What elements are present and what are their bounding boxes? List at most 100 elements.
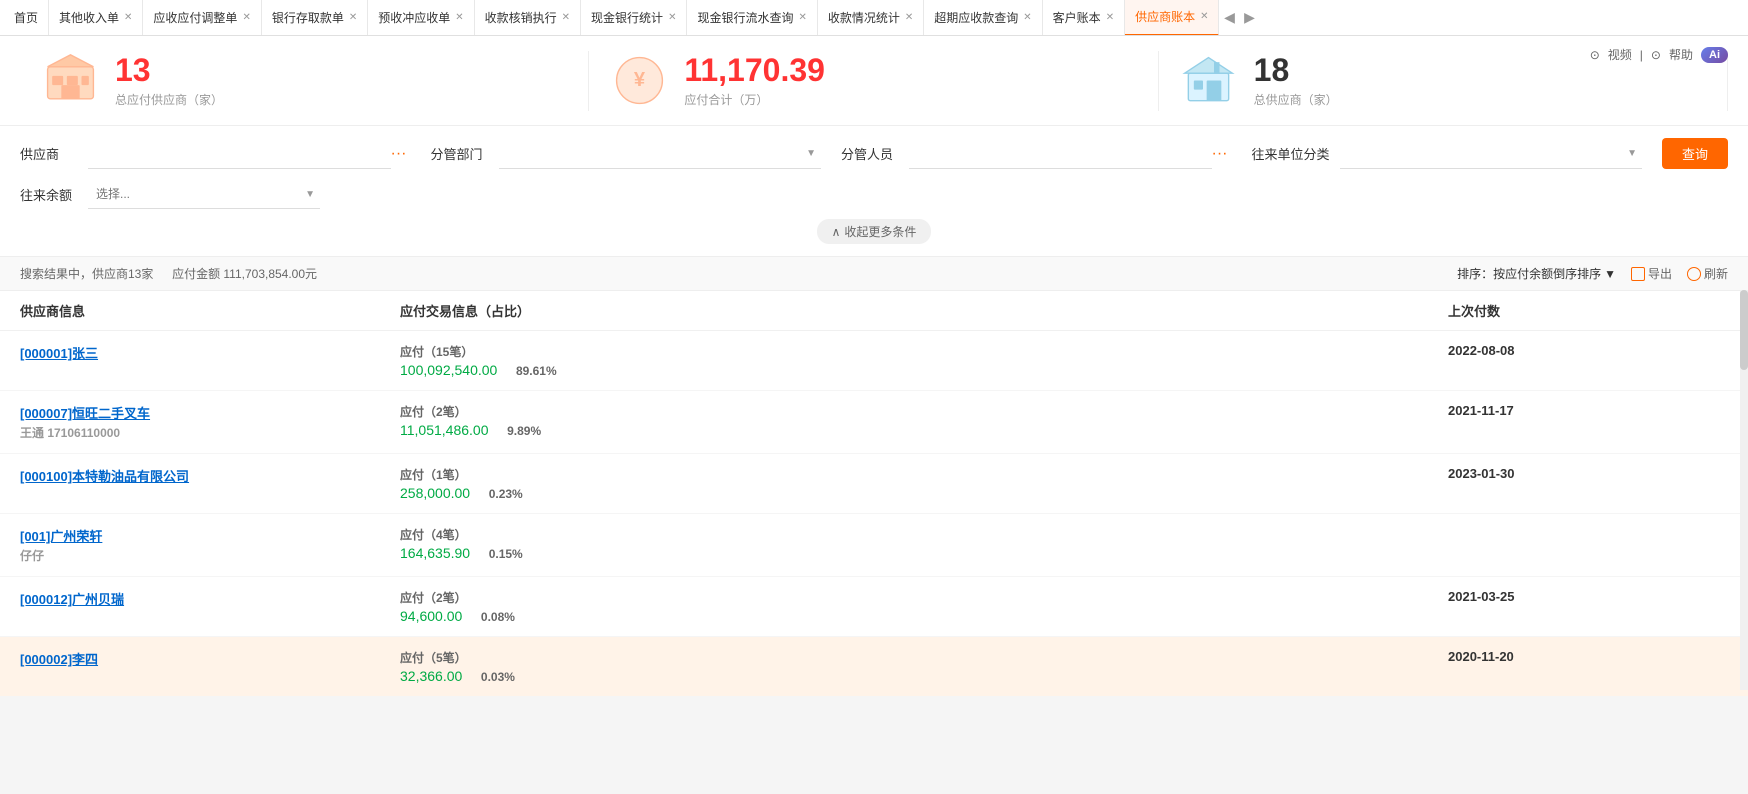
nav-tab-cash-bank-stats[interactable]: 现金银行统计 ✕ xyxy=(581,0,687,36)
transaction-label-1: 应付（15笔） xyxy=(400,343,1448,360)
nav-tab-overdue-query-close[interactable]: ✕ xyxy=(1023,12,1031,23)
nav-tab-supplier-account[interactable]: 供应商账本 ✕ xyxy=(1125,0,1219,36)
table-row[interactable]: [001]广州荣轩 仔仔 应付（4笔） 164,635.90 0.15% xyxy=(0,514,1748,577)
table-row[interactable]: [000007]恒旺二手叉车 王通 17106110000 应付（2笔） 11,… xyxy=(0,391,1748,454)
supplier-link-3[interactable]: [000100]本特勒油品有限公司 xyxy=(20,466,400,485)
help-label[interactable]: 帮助 xyxy=(1669,46,1693,63)
nav-tab-collect-stats[interactable]: 收款情况统计 ✕ xyxy=(818,0,924,36)
transaction-percent-5: 0.08% xyxy=(481,610,515,624)
nav-tab-supplier-account-label: 供应商账本 xyxy=(1135,8,1195,25)
filter-item-person: 分管人员 ··· xyxy=(841,139,1232,169)
result-text-prefix: 搜索结果中，供应商13家 xyxy=(20,267,153,281)
stat-number-supplier-count: 13 xyxy=(115,53,223,88)
transaction-label-6: 应付（5笔） xyxy=(400,649,1448,666)
supplier-dots-btn[interactable]: ··· xyxy=(391,145,407,163)
table-row[interactable]: [000001]张三 应付（15笔） 100,092,540.00 89.61%… xyxy=(0,331,1748,391)
header-right-actions: ⊙ 视频 | ⊙ 帮助 Ai xyxy=(1590,46,1728,63)
header-stats: 13 总应付供应商（家） ¥ 11,170.39 应付合计（万） xyxy=(0,36,1748,126)
transaction-label-2: 应付（2笔） xyxy=(400,403,1448,420)
separator: | xyxy=(1640,48,1643,62)
sort-icon: ▼ xyxy=(1604,267,1616,281)
result-bar-right: 排序：按应付余额倒序排序 ▼ 导出 刷新 xyxy=(1457,265,1728,282)
transaction-cell-6: 应付（5笔） 32,366.00 0.03% xyxy=(400,649,1448,684)
nav-tab-home-label: 首页 xyxy=(14,9,38,26)
transaction-percent-6: 0.03% xyxy=(481,670,515,684)
transaction-amount-4[interactable]: 164,635.90 xyxy=(400,545,470,561)
nav-prev-arrow[interactable]: ◀ xyxy=(1219,0,1239,36)
table-row[interactable]: [000012]广州贝瑞 应付（2笔） 94,600.00 0.08% 2021… xyxy=(0,577,1748,637)
supplier-link-1[interactable]: [000001]张三 xyxy=(20,343,400,362)
table-row[interactable]: [000002]李四 应付（5笔） 32,366.00 0.03% 2020-1… xyxy=(0,637,1748,697)
video-label[interactable]: 视频 xyxy=(1608,46,1632,63)
transaction-percent-2: 9.89% xyxy=(507,424,541,438)
supplier-cell-6: [000002]李四 xyxy=(20,649,400,668)
nav-tab-payment-exec[interactable]: 收款核销执行 ✕ xyxy=(475,0,581,36)
query-button[interactable]: 查询 xyxy=(1662,138,1728,169)
transaction-cell-5: 应付（2笔） 94,600.00 0.08% xyxy=(400,589,1448,624)
supplier-cell-3: [000100]本特勒油品有限公司 xyxy=(20,466,400,485)
ai-badge[interactable]: Ai xyxy=(1701,47,1728,63)
stat-number-total-supplier: 18 xyxy=(1254,53,1338,88)
nav-tab-other-income-close[interactable]: ✕ xyxy=(124,12,132,23)
sort-button[interactable]: 排序：按应付余额倒序排序 ▼ xyxy=(1457,265,1616,282)
help-icon: ⊙ xyxy=(1651,48,1661,62)
supplier-input[interactable] xyxy=(88,139,391,169)
export-button[interactable]: 导出 xyxy=(1631,265,1672,282)
nav-tab-cash-bank-flow-label: 现金银行流水查询 xyxy=(697,9,793,26)
filter-item-supplier: 供应商 ··· xyxy=(20,139,411,169)
nav-next-arrow[interactable]: ▶ xyxy=(1239,0,1259,36)
balance-input[interactable] xyxy=(88,179,320,209)
nav-tab-bank-deposit[interactable]: 银行存取款单 ✕ xyxy=(262,0,368,36)
person-input[interactable] xyxy=(909,139,1212,169)
transaction-amount-5[interactable]: 94,600.00 xyxy=(400,608,462,624)
supplier-link-2[interactable]: [000007]恒旺二手叉车 xyxy=(20,403,400,422)
ap-icon: ¥ xyxy=(609,51,669,111)
person-dots-btn[interactable]: ··· xyxy=(1212,145,1228,163)
refresh-button[interactable]: 刷新 xyxy=(1687,265,1728,282)
supplier-cell-1: [000001]张三 xyxy=(20,343,400,362)
nav-tab-bank-deposit-label: 银行存取款单 xyxy=(272,9,344,26)
last-pay-date-2: 2021-11-17 xyxy=(1448,401,1514,418)
filter-label-dept: 分管部门 xyxy=(431,144,491,163)
nav-tab-cash-bank-flow-close[interactable]: ✕ xyxy=(798,12,806,23)
stat-label-total-supplier: 总供应商（家） xyxy=(1254,91,1338,108)
filter-dropdown-category: ▼ xyxy=(1340,139,1643,169)
col-header-supplier: 供应商信息 xyxy=(20,301,400,320)
nav-tab-other-income[interactable]: 其他收入单 ✕ xyxy=(49,0,143,36)
nav-tab-collect-stats-label: 收款情况统计 xyxy=(828,9,900,26)
transaction-amount-3[interactable]: 258,000.00 xyxy=(400,485,470,501)
col-header-lastpay: 上次付数 xyxy=(1448,301,1728,320)
nav-tab-overdue-query[interactable]: 超期应收款查询 ✕ xyxy=(924,0,1042,36)
transaction-cell-2: 应付（2笔） 11,051,486.00 9.89% xyxy=(400,403,1448,438)
nav-tab-customer-account[interactable]: 客户账本 ✕ xyxy=(1043,0,1125,36)
nav-tab-advance-collect-close[interactable]: ✕ xyxy=(455,12,463,23)
transaction-amount-1[interactable]: 100,092,540.00 xyxy=(400,362,497,378)
nav-tab-customer-account-close[interactable]: ✕ xyxy=(1106,12,1114,23)
nav-tab-supplier-account-close[interactable]: ✕ xyxy=(1200,11,1208,22)
top-navigation: 首页 其他收入单 ✕ 应收应付调整单 ✕ 银行存取款单 ✕ 预收冲应收单 ✕ 收… xyxy=(0,0,1748,36)
nav-tab-ap-adjust-close[interactable]: ✕ xyxy=(242,12,250,23)
lastpay-cell-1: 2022-08-08 xyxy=(1448,343,1728,358)
nav-tab-cash-bank-flow[interactable]: 现金银行流水查询 ✕ xyxy=(687,0,817,36)
supplier-link-5[interactable]: [000012]广州贝瑞 xyxy=(20,589,400,608)
scrollbar-thumb[interactable] xyxy=(1740,290,1748,370)
supplier-link-4[interactable]: [001]广州荣轩 xyxy=(20,526,400,545)
transaction-amount-2[interactable]: 11,051,486.00 xyxy=(400,422,489,438)
dept-input[interactable] xyxy=(499,139,822,169)
table-row[interactable]: [000100]本特勒油品有限公司 应付（1笔） 258,000.00 0.23… xyxy=(0,454,1748,514)
nav-tab-ap-adjust[interactable]: 应收应付调整单 ✕ xyxy=(143,0,261,36)
nav-tab-bank-deposit-close[interactable]: ✕ xyxy=(349,12,357,23)
supplier-cell-4: [001]广州荣轩 仔仔 xyxy=(20,526,400,564)
nav-tab-home[interactable]: 首页 xyxy=(4,0,49,36)
last-pay-date-6: 2020-11-20 xyxy=(1448,647,1514,664)
nav-tab-customer-account-label: 客户账本 xyxy=(1053,9,1101,26)
scrollbar[interactable] xyxy=(1740,290,1748,690)
nav-tab-cash-bank-stats-close[interactable]: ✕ xyxy=(668,12,676,23)
collapse-button[interactable]: ∧ 收起更多条件 xyxy=(817,219,932,244)
nav-tab-payment-exec-close[interactable]: ✕ xyxy=(562,12,570,23)
transaction-amount-6[interactable]: 32,366.00 xyxy=(400,668,462,684)
nav-tab-advance-collect[interactable]: 预收冲应收单 ✕ xyxy=(368,0,474,36)
supplier-link-6[interactable]: [000002]李四 xyxy=(20,649,400,668)
nav-tab-collect-stats-close[interactable]: ✕ xyxy=(905,12,913,23)
category-input[interactable] xyxy=(1340,139,1643,169)
